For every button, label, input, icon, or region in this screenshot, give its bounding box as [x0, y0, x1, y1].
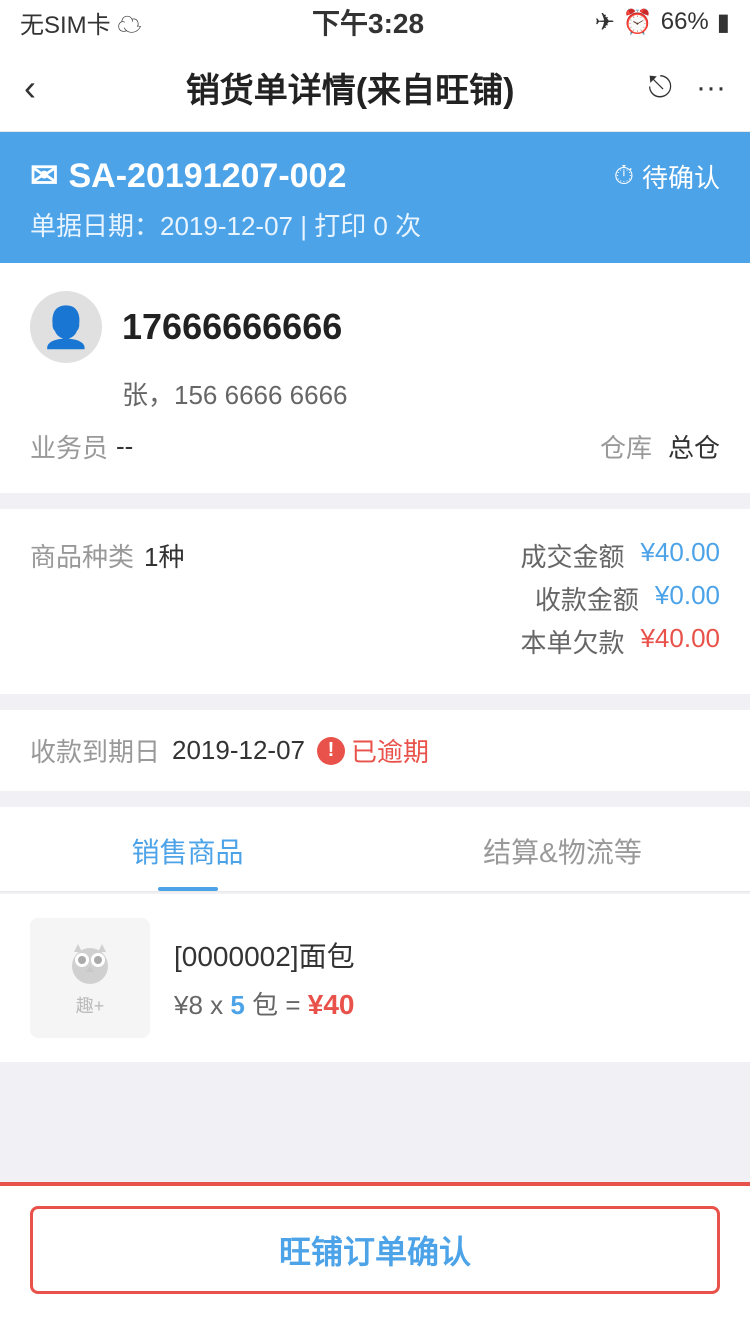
status-left: 无SIM卡 ☁: [20, 5, 141, 40]
avatar: 👤: [30, 291, 102, 363]
product-item: 趣+ [0000002]面包 ¥8 x 5 包 = ¥40: [30, 918, 720, 1038]
amount-label: 成交金额: [520, 537, 624, 574]
more-button[interactable]: ···: [696, 71, 726, 105]
price-equals: =: [285, 990, 307, 1020]
received-value: ¥0.00: [655, 580, 720, 617]
amount-value: ¥40.00: [640, 537, 720, 574]
summary-amounts: 成交金额 ¥40.00 收款金额 ¥0.00 本单欠款 ¥40.00: [520, 537, 720, 666]
warehouse-label: 仓库: [600, 428, 652, 465]
overdue-badge: ! 已逾期: [317, 732, 429, 769]
tabs-row: 销售商品 结算&物流等: [0, 807, 750, 892]
due-date-value: 2019-12-07: [172, 735, 305, 766]
order-date: 单据日期：2019-12-07 | 打印 0 次: [30, 206, 720, 243]
order-id-text: SA-20191207-002: [69, 157, 347, 196]
customer-phone: 17666666666: [122, 306, 342, 348]
alarm-icon: ⏰: [623, 8, 653, 37]
tab-settlement[interactable]: 结算&物流等: [375, 807, 750, 891]
customer-meta: 业务员 -- 仓库 总仓: [30, 428, 720, 465]
product-type: 商品种类 1种: [30, 537, 520, 574]
page-title: 销货单详情(来自旺铺): [52, 63, 648, 112]
battery-icon: ▮: [717, 8, 730, 37]
owed-value: ¥40.00: [640, 623, 720, 660]
brand-text: 趣+: [76, 992, 105, 1018]
customer-section: 👤 17666666666 张，156 6666 6666 业务员 -- 仓库 …: [0, 263, 750, 493]
no-sim-text: 无SIM卡 ☁: [20, 5, 141, 40]
price-unit-label: 包: [252, 990, 278, 1020]
status-clock-icon: ⏱: [614, 160, 634, 192]
status-right: ✈ ⏰ 66% ▮: [595, 8, 730, 37]
order-id: ✉ SA-20191207-002: [30, 156, 346, 196]
summary-section: 商品种类 1种 成交金额 ¥40.00 收款金额 ¥0.00 本单欠款 ¥40.…: [0, 509, 750, 694]
due-date-section: 收款到期日 2019-12-07 ! 已逾期: [0, 710, 750, 791]
sales-label: 业务员: [30, 428, 108, 465]
thumb-inner: 趣+: [60, 938, 120, 1018]
status-text: 待确认: [642, 158, 720, 195]
price-total: ¥40: [308, 989, 355, 1020]
received-row: 收款金额 ¥0.00: [520, 580, 720, 617]
price-unit: ¥8: [174, 990, 203, 1020]
user-icon: 👤: [41, 304, 91, 351]
overdue-text: 已逾期: [351, 732, 429, 769]
confirm-order-button[interactable]: 旺铺订单确认: [30, 1206, 720, 1294]
product-info: [0000002]面包 ¥8 x 5 包 = ¥40: [174, 935, 720, 1022]
bottom-bar: 旺铺订单确认: [0, 1182, 750, 1334]
owed-row: 本单欠款 ¥40.00: [520, 623, 720, 660]
product-name: [0000002]面包: [174, 935, 720, 975]
order-status: ⏱ 待确认: [614, 158, 720, 195]
product-thumbnail: 趣+: [30, 918, 150, 1038]
due-label: 收款到期日: [30, 732, 160, 769]
share-button[interactable]: ⎋: [648, 71, 672, 105]
price-quantity: 5: [230, 990, 244, 1020]
overdue-warning-icon: !: [317, 737, 345, 765]
status-bar: 无SIM卡 ☁ 下午3:28 ✈ ⏰ 66% ▮: [0, 0, 750, 44]
owed-label: 本单欠款: [520, 623, 624, 660]
price-multiply: x: [210, 990, 230, 1020]
product-price-formula: ¥8 x 5 包 = ¥40: [174, 985, 720, 1022]
location-icon: ✈: [595, 8, 615, 37]
type-value: 1种: [144, 537, 184, 574]
tab-settlement-label: 结算&物流等: [483, 837, 642, 868]
customer-row: 👤 17666666666: [30, 291, 720, 363]
product-logo-svg: [60, 938, 120, 988]
order-header: ✉ SA-20191207-002 ⏱ 待确认 单据日期：2019-12-07 …: [0, 132, 750, 263]
battery-text: 66%: [661, 8, 709, 36]
nav-actions: ⎋ ···: [648, 71, 726, 105]
tab-sales[interactable]: 销售商品: [0, 807, 375, 891]
type-label: 商品种类: [30, 537, 134, 574]
received-label: 收款金额: [535, 580, 639, 617]
order-header-top: ✉ SA-20191207-002 ⏱ 待确认: [30, 156, 720, 196]
amount-row: 成交金额 ¥40.00: [520, 537, 720, 574]
sales-value: --: [116, 431, 133, 462]
customer-name: 张，156 6666 6666: [122, 375, 720, 412]
product-section: 趣+ [0000002]面包 ¥8 x 5 包 = ¥40: [0, 894, 750, 1062]
confirm-button-label: 旺铺订单确认: [279, 1227, 471, 1273]
back-button[interactable]: ‹: [24, 67, 52, 109]
tabs-section: 销售商品 结算&物流等: [0, 807, 750, 892]
order-id-icon: ✉: [30, 156, 59, 196]
nav-bar: ‹ 销货单详情(来自旺铺) ⎋ ···: [0, 44, 750, 132]
status-time: 下午3:28: [312, 2, 424, 42]
warehouse-value: 总仓: [668, 428, 720, 465]
tab-sales-label: 销售商品: [131, 837, 243, 868]
